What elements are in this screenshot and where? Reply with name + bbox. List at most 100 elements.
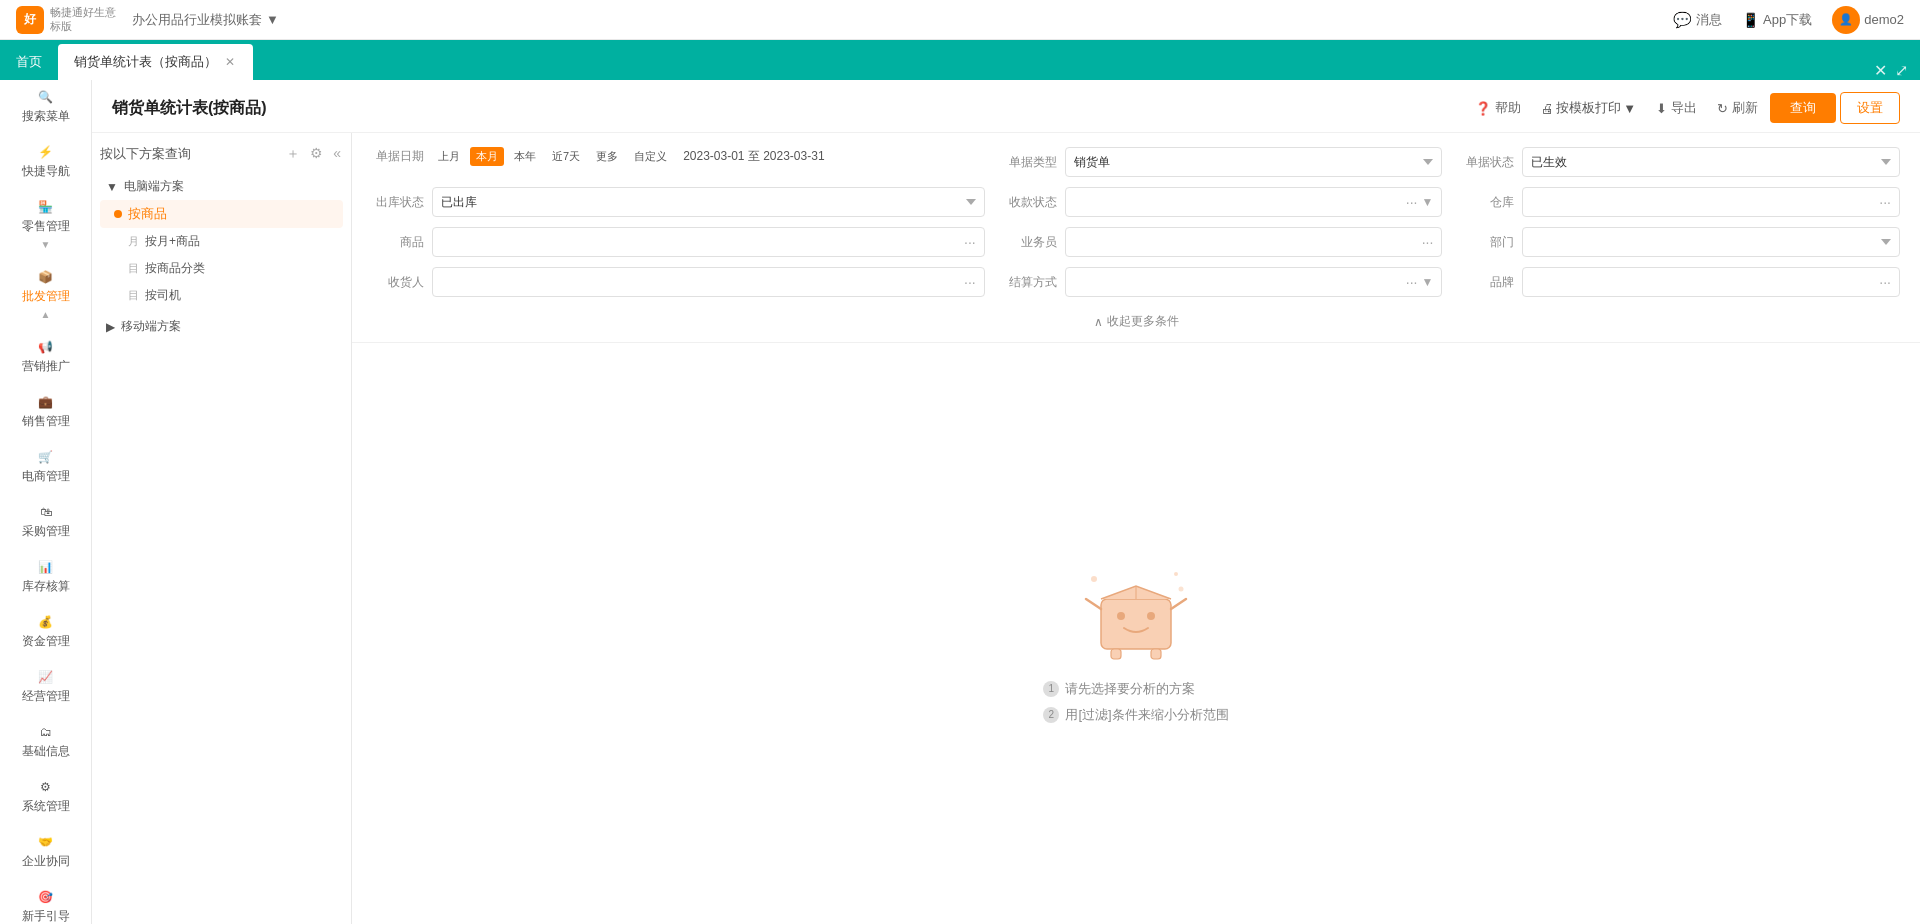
scheme-group-expand-icon: ▼ xyxy=(106,180,118,194)
filter-field-receivestatus: 收款状态 ··· ▼ xyxy=(1005,187,1443,217)
empty-hint-1: 1 请先选择要分析的方案 xyxy=(1043,680,1228,698)
add-scheme-icon[interactable]: ＋ xyxy=(284,143,302,165)
filter-area: 单据日期 上月 本月 本年 近7天 更多 自定义 20 xyxy=(352,133,1920,343)
sidebar-item-purchase[interactable]: 🛍 采购管理 xyxy=(0,495,91,550)
retail-arrow-icon: ▼ xyxy=(41,239,51,250)
date-btn-custom[interactable]: 自定义 xyxy=(628,147,673,166)
help-button[interactable]: ❓ 帮助 xyxy=(1467,95,1529,121)
left-panel: 按以下方案查询 ＋ ⚙ « ▼ 电脑端方案 按商品 xyxy=(92,133,352,924)
sidebar-item-corp[interactable]: 🤝 企业协同 xyxy=(0,825,91,880)
date-btn-last-month[interactable]: 上月 xyxy=(432,147,466,166)
marketing-label: 营销推广 xyxy=(22,358,70,375)
tab-close-window-icon[interactable]: ✕ xyxy=(1874,61,1887,80)
goods-dots[interactable]: ··· xyxy=(964,234,976,250)
date-quick-btns: 上月 本月 本年 近7天 更多 自定义 xyxy=(432,147,673,166)
collapse-scheme-icon[interactable]: « xyxy=(331,143,343,165)
sidebar-item-newbie[interactable]: 🎯 新手引导 xyxy=(0,880,91,924)
settle-dots[interactable]: ··· xyxy=(1406,274,1418,290)
app-selector[interactable]: 办公用品行业模拟账套 ▼ xyxy=(124,7,287,33)
print-button[interactable]: 🖨 按模板打印 ▼ xyxy=(1533,95,1644,121)
wholesale-label: 批发管理 xyxy=(22,288,70,305)
app-download-action[interactable]: 📱 App下载 xyxy=(1742,11,1812,29)
sidebar-item-quicknav[interactable]: ⚡ 快捷导航 xyxy=(0,135,91,190)
logo-icon: 好 xyxy=(16,6,44,34)
brand-dots[interactable]: ··· xyxy=(1879,274,1891,290)
cashier-icon: 目 xyxy=(128,288,139,303)
tab-sales-stat[interactable]: 销货单统计表（按商品） ✕ xyxy=(58,44,253,80)
sidebar-item-wholesale[interactable]: 📦 批发管理 ▲ xyxy=(0,260,91,330)
sidebar-item-ops[interactable]: 📈 经营管理 xyxy=(0,660,91,715)
hint-label-2: 用[过滤]条件来缩小分析范围 xyxy=(1065,706,1228,724)
scheme-item-by-month-product[interactable]: 月 按月+商品 xyxy=(100,228,343,255)
user-label: demo2 xyxy=(1864,12,1904,27)
sidebar-item-marketing[interactable]: 📢 营销推广 xyxy=(0,330,91,385)
dept-label: 部门 xyxy=(1462,234,1514,251)
collapse-label: 收起更多条件 xyxy=(1107,313,1179,330)
purchase-icon: 🛍 xyxy=(40,505,52,519)
receiver-dots[interactable]: ··· xyxy=(964,274,976,290)
query-button[interactable]: 查询 xyxy=(1770,93,1836,123)
sales-stat-tab-label: 销货单统计表（按商品） xyxy=(74,53,217,71)
receiver-label: 收货人 xyxy=(372,274,424,291)
date-btn-this-month[interactable]: 本月 xyxy=(470,147,504,166)
sidebar-item-retail[interactable]: 🏪 零售管理 ▼ xyxy=(0,190,91,260)
message-action[interactable]: 💬 消息 xyxy=(1673,11,1722,29)
filter-field-dept: 部门 xyxy=(1462,227,1900,257)
date-btn-more[interactable]: 更多 xyxy=(590,147,624,166)
sales-label: 销售管理 xyxy=(22,413,70,430)
date-btn-this-year[interactable]: 本年 xyxy=(508,147,542,166)
sidebar-item-search[interactable]: 🔍 搜索菜单 xyxy=(0,80,91,135)
svg-point-2 xyxy=(1117,612,1125,620)
collapse-arrow-icon: ∧ xyxy=(1094,315,1103,329)
settle-dropdown-icon[interactable]: ▼ xyxy=(1421,275,1433,289)
scheme-group-desktop: ▼ 电脑端方案 按商品 月 按月+商品 目 按商品分类 xyxy=(100,173,343,309)
sidebar-item-inventory[interactable]: 📊 库存核算 xyxy=(0,550,91,605)
filter-field-docstatus: 单据状态 已生效 xyxy=(1462,147,1900,177)
logo-text: 畅捷通好生意 标版 xyxy=(50,6,116,32)
date-range-value: 2023-03-01 至 2023-03-31 xyxy=(683,148,824,165)
help-icon: ❓ xyxy=(1475,101,1491,116)
sidebar-search-label: 搜索菜单 xyxy=(22,108,70,125)
sidebar-item-basic[interactable]: 🗂 基础信息 xyxy=(0,715,91,770)
tab-close-icon[interactable]: ✕ xyxy=(223,53,237,71)
outstatus-label: 出库状态 xyxy=(372,194,424,211)
docstatus-label: 单据状态 xyxy=(1462,154,1514,171)
tab-maximize-icon[interactable]: ⤢ xyxy=(1895,61,1908,80)
scheme-group-desktop-title[interactable]: ▼ 电脑端方案 xyxy=(100,173,343,200)
settings-scheme-icon[interactable]: ⚙ xyxy=(308,143,325,165)
scheme-item-by-category[interactable]: 目 按商品分类 xyxy=(100,255,343,282)
warehouse-dots[interactable]: ··· xyxy=(1879,194,1891,210)
sidebar-item-system[interactable]: ⚙ 系统管理 xyxy=(0,770,91,825)
outstatus-select[interactable]: 已出库 xyxy=(432,187,985,217)
docstatus-select[interactable]: 已生效 xyxy=(1522,147,1900,177)
search-icon: 🔍 xyxy=(38,90,53,104)
receivestatus-label: 收款状态 xyxy=(1005,194,1057,211)
collapse-btn[interactable]: ∧ 收起更多条件 xyxy=(372,307,1900,332)
scheme-group-mobile-title[interactable]: ▶ 移动端方案 xyxy=(100,313,343,340)
wholesale-arrow-icon: ▲ xyxy=(41,309,51,320)
svg-point-8 xyxy=(1179,586,1184,591)
dept-select[interactable] xyxy=(1522,227,1900,257)
message-label: 消息 xyxy=(1696,11,1722,29)
receivestatus-dropdown-icon[interactable]: ▼ xyxy=(1421,195,1433,209)
scheme-item-by-cashier[interactable]: 目 按司机 xyxy=(100,282,343,309)
user-action[interactable]: 👤 demo2 xyxy=(1832,6,1904,34)
scheme-item-by-product[interactable]: 按商品 xyxy=(100,200,343,228)
sidebar-item-ecom[interactable]: 🛒 电商管理 xyxy=(0,440,91,495)
logo-area[interactable]: 好 畅捷通好生意 标版 xyxy=(16,6,116,34)
salesman-dots[interactable]: ··· xyxy=(1422,234,1434,250)
marketing-icon: 📢 xyxy=(38,340,53,354)
sidebar-item-finance[interactable]: 💰 资金管理 xyxy=(0,605,91,660)
receivestatus-dots[interactable]: ··· xyxy=(1406,194,1418,210)
date-btn-7days[interactable]: 近7天 xyxy=(546,147,586,166)
doctype-select[interactable]: 销货单 xyxy=(1065,147,1443,177)
export-button[interactable]: ⬇ 导出 xyxy=(1648,95,1705,121)
settings-button[interactable]: 设置 xyxy=(1840,92,1900,124)
two-panel: 按以下方案查询 ＋ ⚙ « ▼ 电脑端方案 按商品 xyxy=(92,133,1920,924)
refresh-button[interactable]: ↻ 刷新 xyxy=(1709,95,1766,121)
refresh-label: 刷新 xyxy=(1732,99,1758,117)
top-bar: 好 畅捷通好生意 标版 办公用品行业模拟账套 ▼ 💬 消息 📱 App下载 👤 … xyxy=(0,0,1920,40)
sidebar-item-sales[interactable]: 💼 销售管理 xyxy=(0,385,91,440)
tab-home[interactable]: 首页 xyxy=(0,44,58,80)
print-label: 按模板打印 xyxy=(1556,99,1621,117)
